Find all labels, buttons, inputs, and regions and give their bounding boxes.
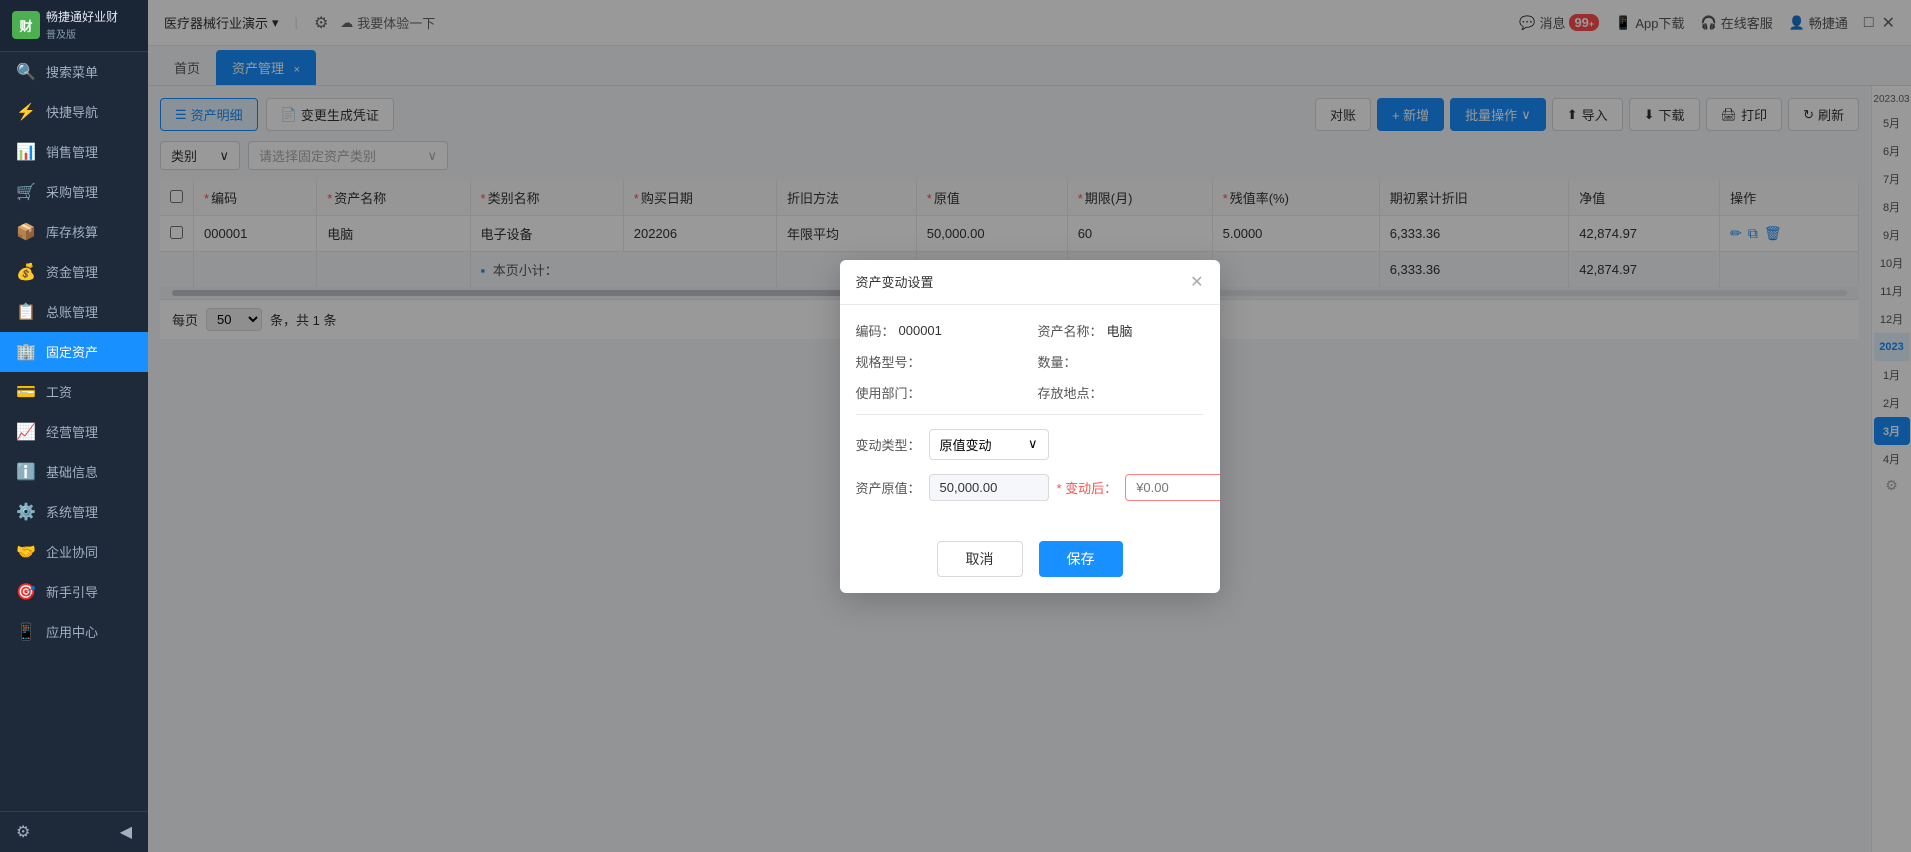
basic-info-icon: ℹ️ <box>16 462 36 482</box>
sidebar-item-system[interactable]: ⚙️ 系统管理 <box>0 492 148 532</box>
inventory-icon: 📦 <box>16 222 36 242</box>
modal-after-label: * 变动后： <box>1057 478 1118 497</box>
modal-close-button[interactable]: ✕ <box>1190 272 1203 292</box>
sidebar-item-label: 基础信息 <box>46 462 98 481</box>
sidebar-item-label: 固定资产 <box>46 342 98 361</box>
sidebar-item-onboarding[interactable]: 🎯 新手引导 <box>0 572 148 612</box>
modal-title: 资产变动设置 <box>856 272 934 291</box>
modal-change-type-label: 变动类型： <box>856 435 921 454</box>
fixed-assets-icon: 🏢 <box>16 342 36 362</box>
sidebar-item-label: 工资 <box>46 382 72 401</box>
modal-location-field: 存放地点： <box>1038 383 1204 402</box>
modal-department-label: 使用部门： <box>856 383 921 402</box>
modal-code-value: 000001 <box>899 323 942 338</box>
modal-header: 资产变动设置 ✕ <box>840 260 1220 305</box>
operations-icon: 📈 <box>16 422 36 442</box>
sidebar-item-label: 快捷导航 <box>46 102 98 121</box>
modal-quantity-label: 数量： <box>1038 352 1077 371</box>
app-center-icon: 📱 <box>16 622 36 642</box>
modal-asset-name-label: 资产名称： <box>1038 321 1103 340</box>
sidebar-item-label: 总账管理 <box>46 302 98 321</box>
change-type-arrow: ∨ <box>1028 436 1038 452</box>
save-button[interactable]: 保存 <box>1039 541 1123 577</box>
sidebar-nav: 🔍 搜索菜单 ⚡ 快捷导航 📊 销售管理 🛒 采购管理 📦 库存核算 💰 资金管… <box>0 52 148 811</box>
modal-quantity-field: 数量： <box>1038 352 1204 371</box>
sidebar-item-general[interactable]: 📋 总账管理 <box>0 292 148 332</box>
sidebar-item-label: 销售管理 <box>46 142 98 161</box>
sidebar-item-quick-nav[interactable]: ⚡ 快捷导航 <box>0 92 148 132</box>
modal-row-1: 编码： 000001 资产名称： 电脑 <box>856 321 1204 340</box>
sidebar-item-label: 经营管理 <box>46 422 98 441</box>
app-name: 畅捷通好业财 <box>46 10 118 26</box>
change-type-value: 原值变动 <box>940 435 992 454</box>
modal-code-field: 编码： 000001 <box>856 321 1022 340</box>
sidebar-item-label: 搜索菜单 <box>46 62 98 81</box>
sidebar-item-enterprise[interactable]: 🤝 企业协同 <box>0 532 148 572</box>
sidebar-collapse-icon[interactable]: ◀ <box>120 822 132 842</box>
change-type-select[interactable]: 原值变动 ∨ <box>929 429 1049 460</box>
app-logo: 财 畅捷通好业财 普及版 <box>0 0 148 52</box>
sidebar-item-label: 采购管理 <box>46 182 98 201</box>
sidebar-item-inventory[interactable]: 📦 库存核算 <box>0 212 148 252</box>
modal-overlay: 资产变动设置 ✕ 编码： 000001 资产名称： 电脑 规格型号： <box>148 0 1911 852</box>
general-icon: 📋 <box>16 302 36 322</box>
after-value-input[interactable] <box>1125 474 1219 501</box>
modal-asset-name-field: 资产名称： 电脑 <box>1038 321 1204 340</box>
payroll-icon: 💳 <box>16 382 36 402</box>
modal-body: 编码： 000001 资产名称： 电脑 规格型号： 数量： <box>840 305 1220 533</box>
sales-icon: 📊 <box>16 142 36 162</box>
modal-spec-label: 规格型号： <box>856 352 921 371</box>
sidebar-item-app-center[interactable]: 📱 应用中心 <box>0 612 148 652</box>
system-icon: ⚙️ <box>16 502 36 522</box>
sidebar-item-operations[interactable]: 📈 经营管理 <box>0 412 148 452</box>
modal-row-2: 规格型号： 数量： <box>856 352 1204 371</box>
enterprise-icon: 🤝 <box>16 542 36 562</box>
onboarding-icon: 🎯 <box>16 582 36 602</box>
cancel-button[interactable]: 取消 <box>937 541 1023 577</box>
modal-row-3: 使用部门： 存放地点： <box>856 383 1204 402</box>
modal-department-field: 使用部门： <box>856 383 1022 402</box>
original-value-display: 50,000.00 <box>929 474 1049 501</box>
modal-amount-row: 资产原值： 50,000.00 * 变动后： <box>856 474 1204 501</box>
app-version: 普及版 <box>46 26 118 41</box>
sidebar-item-basic-info[interactable]: ℹ️ 基础信息 <box>0 452 148 492</box>
search-icon: 🔍 <box>16 62 36 82</box>
sidebar-settings-icon[interactable]: ⚙ <box>16 822 30 842</box>
sidebar-item-sales[interactable]: 📊 销售管理 <box>0 132 148 172</box>
finance-icon: 💰 <box>16 262 36 282</box>
sidebar-item-label: 系统管理 <box>46 502 98 521</box>
quick-nav-icon: ⚡ <box>16 102 36 122</box>
sidebar-item-label: 应用中心 <box>46 622 98 641</box>
purchase-icon: 🛒 <box>16 182 36 202</box>
modal-spec-field: 规格型号： <box>856 352 1022 371</box>
sidebar-item-label: 资金管理 <box>46 262 98 281</box>
main-content: 医疗器械行业演示 ▾ | ⚙ ☁ 我要体验一下 💬 消息 99+ 📱 App下载… <box>148 0 1911 852</box>
sidebar-item-purchase[interactable]: 🛒 采购管理 <box>0 172 148 212</box>
sidebar-item-payroll[interactable]: 💳 工资 <box>0 372 148 412</box>
sidebar-item-label: 库存核算 <box>46 222 98 241</box>
modal-code-label: 编码： <box>856 321 895 340</box>
sidebar-item-label: 新手引导 <box>46 582 98 601</box>
modal-change-type-row: 变动类型： 原值变动 ∨ <box>856 429 1204 460</box>
modal-footer: 取消 保存 <box>840 533 1220 593</box>
sidebar-item-search[interactable]: 🔍 搜索菜单 <box>0 52 148 92</box>
logo-icon: 财 <box>12 11 40 39</box>
sidebar-bottom: ⚙ ◀ <box>0 811 148 852</box>
sidebar-item-fixed-assets[interactable]: 🏢 固定资产 <box>0 332 148 372</box>
modal-location-label: 存放地点： <box>1038 383 1103 402</box>
sidebar-item-finance[interactable]: 💰 资金管理 <box>0 252 148 292</box>
sidebar: 财 畅捷通好业财 普及版 🔍 搜索菜单 ⚡ 快捷导航 📊 销售管理 🛒 采购管理… <box>0 0 148 852</box>
sidebar-item-label: 企业协同 <box>46 542 98 561</box>
asset-change-modal: 资产变动设置 ✕ 编码： 000001 资产名称： 电脑 规格型号： <box>840 260 1220 593</box>
modal-original-value-label: 资产原值： <box>856 478 921 497</box>
modal-asset-name-value: 电脑 <box>1107 321 1133 340</box>
modal-divider <box>856 414 1204 415</box>
